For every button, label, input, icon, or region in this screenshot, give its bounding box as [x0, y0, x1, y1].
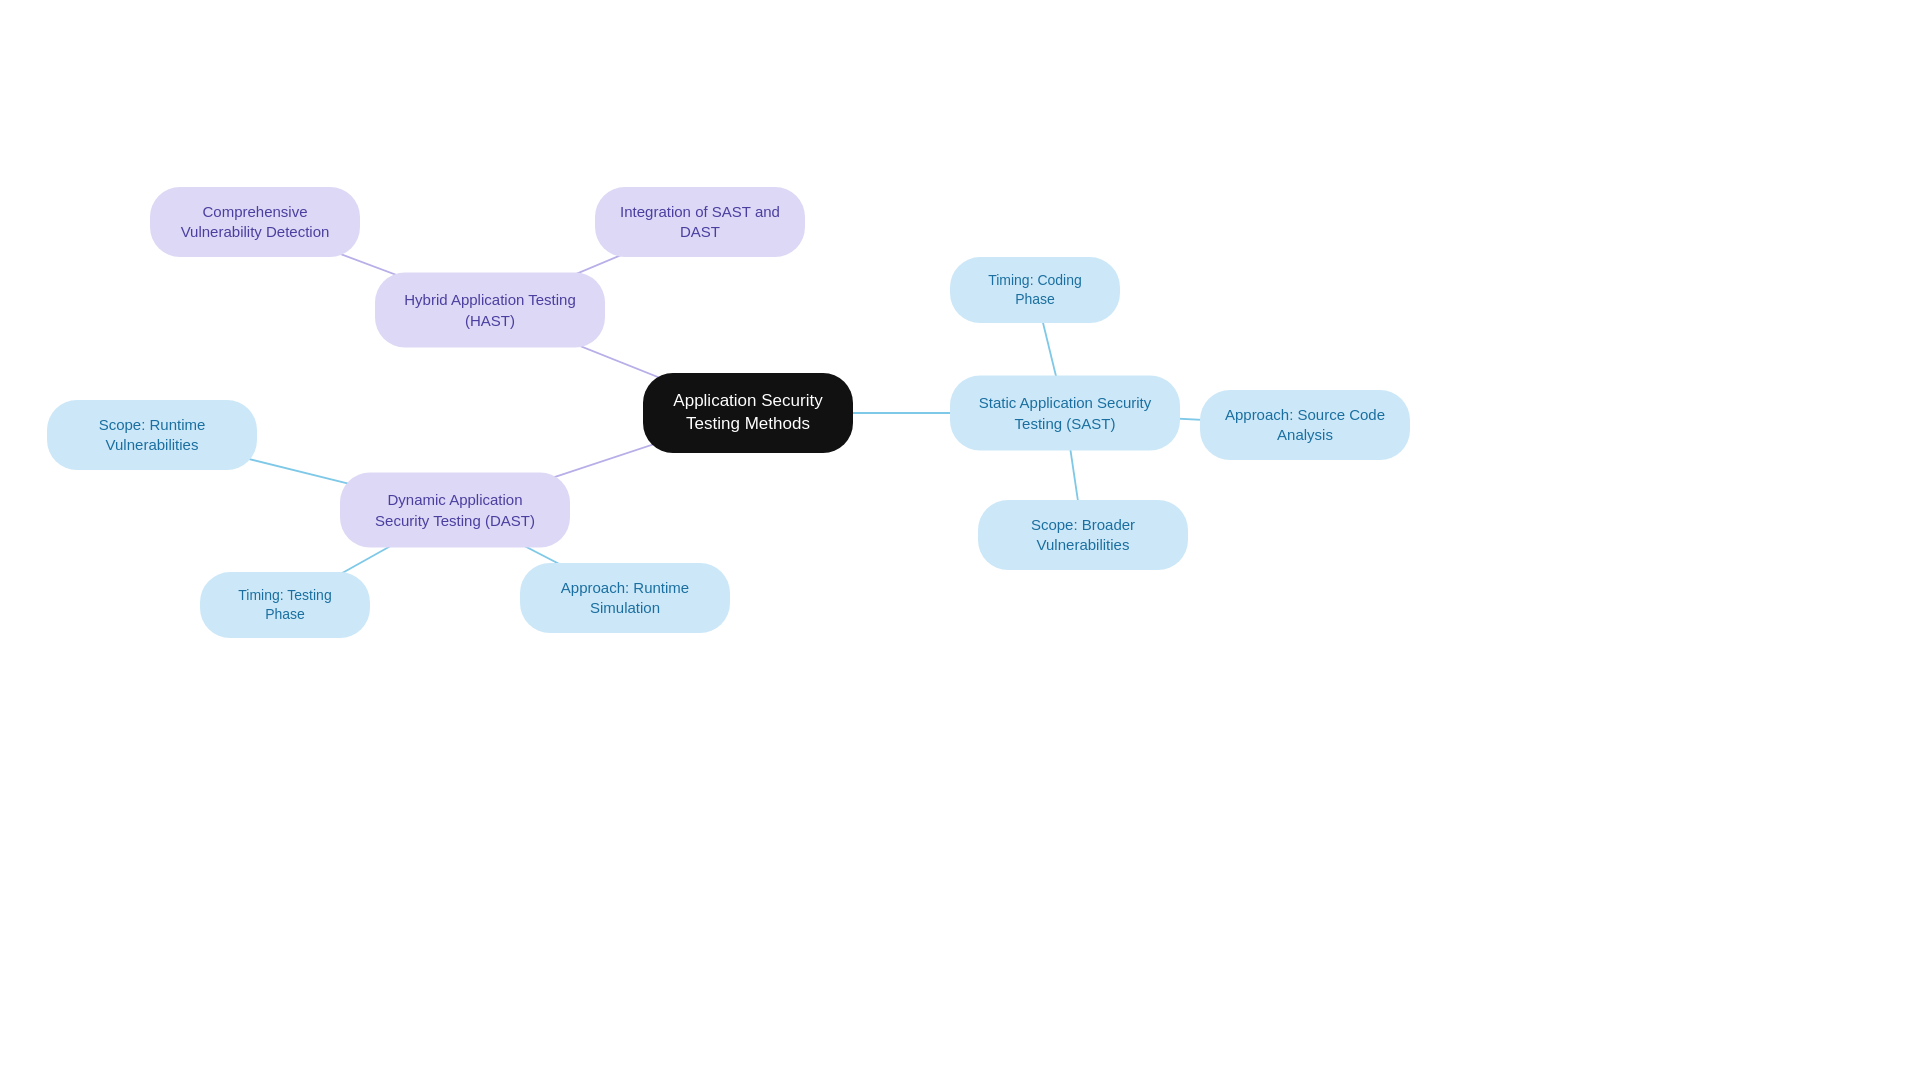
hast-node[interactable]: Hybrid Application Testing (HAST) [375, 273, 605, 348]
dast-node[interactable]: Dynamic Application Security Testing (DA… [340, 473, 570, 548]
tcp-label: Timing: Coding Phase [972, 271, 1098, 309]
center-node[interactable]: Application Security Testing Methods [643, 373, 853, 453]
hast-label: Hybrid Application Testing (HAST) [397, 290, 583, 331]
ars-label: Approach: Runtime Simulation [542, 578, 708, 619]
center-label: Application Security Testing Methods [665, 390, 831, 436]
asca-label: Approach: Source Code Analysis [1222, 405, 1388, 446]
isad-label: Integration of SAST and DAST [617, 202, 783, 243]
connection-lines [0, 0, 1920, 1083]
tcp-node[interactable]: Timing: Coding Phase [950, 257, 1120, 323]
mind-map-canvas: Application Security Testing Methods Hyb… [0, 0, 1920, 1083]
sbv-node[interactable]: Scope: Broader Vulnerabilities [978, 500, 1188, 570]
srv-label: Scope: Runtime Vulnerabilities [69, 415, 235, 456]
sast-label: Static Application Security Testing (SAS… [972, 393, 1158, 434]
cvd-node[interactable]: Comprehensive Vulnerability Detection [150, 187, 360, 257]
srv-node[interactable]: Scope: Runtime Vulnerabilities [47, 400, 257, 470]
sast-node[interactable]: Static Application Security Testing (SAS… [950, 376, 1180, 451]
ttp-node[interactable]: Timing: Testing Phase [200, 572, 370, 638]
sbv-label: Scope: Broader Vulnerabilities [1000, 515, 1166, 556]
ttp-label: Timing: Testing Phase [222, 586, 348, 624]
dast-label: Dynamic Application Security Testing (DA… [362, 490, 548, 531]
ars-node[interactable]: Approach: Runtime Simulation [520, 563, 730, 633]
isad-node[interactable]: Integration of SAST and DAST [595, 187, 805, 257]
cvd-label: Comprehensive Vulnerability Detection [172, 202, 338, 243]
asca-node[interactable]: Approach: Source Code Analysis [1200, 390, 1410, 460]
